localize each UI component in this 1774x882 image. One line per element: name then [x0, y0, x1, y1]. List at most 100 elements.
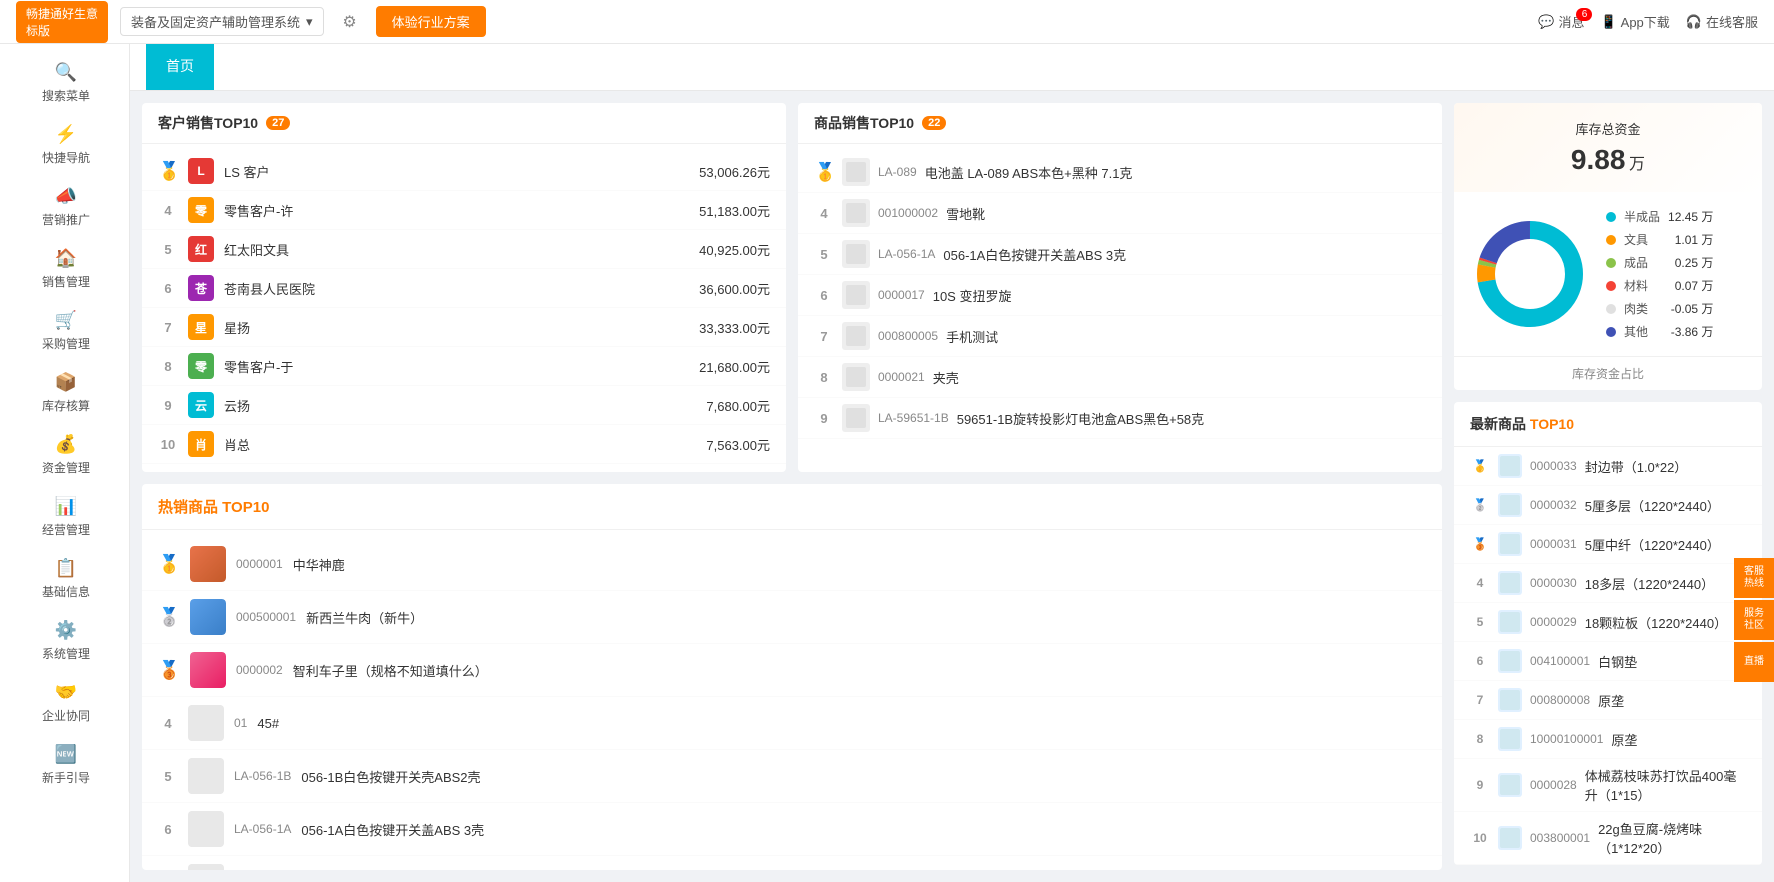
sidebar-item-system[interactable]: ⚙️ 系统管理 — [0, 610, 129, 672]
sidebar-item-search[interactable]: 🔍 搜索菜单 — [0, 52, 129, 114]
avatar: 零 — [188, 197, 214, 223]
table-row: 10 肖 肖总 7,563.00元 — [142, 425, 786, 464]
donut-chart-container: 半成品 12.45 万 文具 1.01 万 成品 0 — [1454, 192, 1762, 356]
legend-item-other: 其他 -3.86 万 — [1606, 323, 1713, 340]
product-image — [1498, 688, 1522, 712]
table-row: 8 零 零售客户-于 21,680.00元 — [142, 347, 786, 386]
sidebar-item-label: 营销推广 — [42, 211, 90, 228]
product-image — [188, 864, 224, 870]
legend-item-material: 材料 0.07 万 — [1606, 277, 1713, 294]
product-image — [190, 599, 226, 635]
table-row: 6 苍 苍南县人民医院 36,600.00元 — [142, 269, 786, 308]
product-image — [1498, 571, 1522, 595]
sidebar-item-label: 采购管理 — [42, 335, 90, 352]
hot-products-panel: 热销商品 TOP10 🥇 0000001 中华神鹿 🥈 — [142, 484, 1442, 870]
customer-rank-header: 客户销售TOP10 27 — [142, 103, 786, 144]
logo: 畅捷通好生意 标版 — [16, 1, 108, 43]
app-download-button[interactable]: 📱 App下载 — [1600, 12, 1669, 31]
table-row: 6 0000017 10S 变扭罗旋 — [798, 275, 1442, 316]
customer-rank-title: 客户销售TOP10 — [158, 113, 258, 133]
product-image — [190, 546, 226, 582]
sidebar-item-enterprise[interactable]: 🤝 企业协同 — [0, 672, 129, 734]
list-item: 4 0000030 18多层（1220*2440） — [1454, 564, 1762, 603]
legend-item-finished: 成品 0.25 万 — [1606, 254, 1713, 271]
direct-button[interactable]: 直播 — [1734, 642, 1774, 682]
product-image — [188, 811, 224, 847]
gold-medal-icon: 🥇 — [158, 161, 178, 182]
online-service-button[interactable]: 🎧 在线客服 — [1686, 12, 1758, 31]
list-item: 7 NB2.0X30B 2.0X30MM双搓花轴,搓花直径2.1MM/ROHS — [142, 856, 1442, 870]
settings-icon[interactable]: ⚙ — [336, 8, 364, 36]
list-item: 10 003800001 22g鱼豆腐-烧烤味（1*12*20） — [1454, 812, 1762, 865]
trial-button[interactable]: 体验行业方案 — [376, 6, 486, 37]
silver-medal-icon: 🥈 — [158, 607, 180, 628]
table-row: 4 零 零售客户-许 51,183.00元 — [142, 191, 786, 230]
sidebar-item-sales[interactable]: 🏠 销售管理 — [0, 238, 129, 300]
sidebar-item-quicknav[interactable]: ⚡ 快捷导航 — [0, 114, 129, 176]
system-selector[interactable]: 装备及固定资产辅助管理系统 ▾ — [120, 7, 324, 36]
avatar: 云 — [188, 392, 214, 418]
sidebar: 🔍 搜索菜单 ⚡ 快捷导航 📣 营销推广 🏠 销售管理 🛒 采购管理 📦 库存核… — [0, 44, 130, 882]
list-item: 🥈 000500001 新西兰牛肉（新牛） — [142, 591, 1442, 644]
sidebar-item-inventory[interactable]: 📦 库存核算 — [0, 362, 129, 424]
table-row: 8 0000021 夹壳 — [798, 357, 1442, 398]
list-item: 🥇 0000001 中华神鹿 — [142, 538, 1442, 591]
tab-home[interactable]: 首页 — [146, 44, 214, 90]
list-item: 5 LA-056-1B 056-1B白色按键开关壳ABS2壳 — [142, 750, 1442, 803]
sidebar-item-operation[interactable]: 📊 经营管理 — [0, 486, 129, 548]
product-rank-body: 🥇 LA-089 电池盖 LA-089 ABS本色+黑种 7.1克 4 — [798, 144, 1442, 447]
sidebar-item-label: 企业协同 — [42, 707, 90, 724]
list-item: 5 0000029 18颗粒板（1220*2440） — [1454, 603, 1762, 642]
message-icon: 💬 — [1538, 14, 1554, 30]
list-item: 🥈 0000032 5厘多层（1220*2440） — [1454, 486, 1762, 525]
sidebar-item-finance[interactable]: 💰 资金管理 — [0, 424, 129, 486]
list-item: 9 0000028 体械荔枝味苏打饮品400毫升（1*15） — [1454, 759, 1762, 812]
sidebar-item-basic[interactable]: 📋 基础信息 — [0, 548, 129, 610]
layout: 🔍 搜索菜单 ⚡ 快捷导航 📣 营销推广 🏠 销售管理 🛒 采购管理 📦 库存核… — [0, 44, 1774, 882]
avatar: 苍 — [188, 275, 214, 301]
list-item: 🥉 0000031 5厘中纤（1220*2440） — [1454, 525, 1762, 564]
inventory-unit: 万 — [1629, 156, 1645, 173]
table-row: 9 LA-59651-1B 59651-1B旋转投影灯电池盒ABS黑色+58克 — [798, 398, 1442, 439]
avatar: 零 — [188, 353, 214, 379]
product-image — [1498, 649, 1522, 673]
headset-icon: 🎧 — [1686, 14, 1702, 30]
message-button[interactable]: 💬 消息 6 — [1538, 12, 1584, 31]
topbar: 畅捷通好生意 标版 装备及固定资产辅助管理系统 ▾ ⚙ 体验行业方案 💬 消息 … — [0, 0, 1774, 44]
avatar: 红 — [188, 236, 214, 262]
flash-icon: ⚡ — [55, 124, 77, 145]
table-row: 5 红 红太阳文具 40,925.00元 — [142, 230, 786, 269]
sidebar-item-label: 搜索菜单 — [42, 87, 90, 104]
avatar: 肖 — [188, 431, 214, 457]
cart-icon: 🛒 — [55, 310, 77, 331]
service-community-button[interactable]: 服务社区 — [1734, 600, 1774, 640]
sidebar-item-label: 库存核算 — [42, 397, 90, 414]
product-image — [1498, 610, 1522, 634]
product-image — [1498, 454, 1522, 478]
handshake-icon: 🤝 — [55, 682, 77, 703]
sidebar-item-marketing[interactable]: 📣 营销推广 — [0, 176, 129, 238]
phone-icon: 📱 — [1600, 14, 1616, 30]
nav-tabs: 首页 — [130, 44, 1774, 91]
avatar: L — [188, 158, 214, 184]
legend-dot — [1606, 212, 1616, 222]
inventory-amount: 9.88 — [1571, 144, 1626, 175]
new-icon: 🆕 — [55, 744, 77, 765]
list-item: 6 LA-056-1A 056-1A白色按键开关盖ABS 3壳 — [142, 803, 1442, 856]
table-row: 9 云 云扬 7,680.00元 — [142, 386, 786, 425]
search-icon: 🔍 — [55, 62, 77, 83]
customer-service-button[interactable]: 客服热线 — [1734, 558, 1774, 598]
inventory-footer: 库存资金占比 — [1454, 356, 1762, 390]
donut-chart — [1470, 214, 1590, 334]
product-image — [1498, 493, 1522, 517]
table-row: 7 星 星扬 33,333.00元 — [142, 308, 786, 347]
list-item: 4 01 45# — [142, 697, 1442, 750]
sidebar-item-label: 系统管理 — [42, 645, 90, 662]
sidebar-item-purchase[interactable]: 🛒 采购管理 — [0, 300, 129, 362]
inventory-legend: 半成品 12.45 万 文具 1.01 万 成品 0 — [1606, 208, 1713, 340]
table-row: 7 000800005 手机测试 — [798, 316, 1442, 357]
customer-rank-body: 🥇 L LS 客户 53,006.26元 4 零 零售客户-许 51,183.0… — [142, 144, 786, 472]
newest-products-panel: 最新商品 TOP10 🥇 0000033 封边带（1.0*22） 🥈 — [1454, 402, 1762, 865]
sidebar-item-guide[interactable]: 🆕 新手引导 — [0, 734, 129, 796]
table-row: 5 LA-056-1A 056-1A白色按键开关盖ABS 3克 — [798, 234, 1442, 275]
